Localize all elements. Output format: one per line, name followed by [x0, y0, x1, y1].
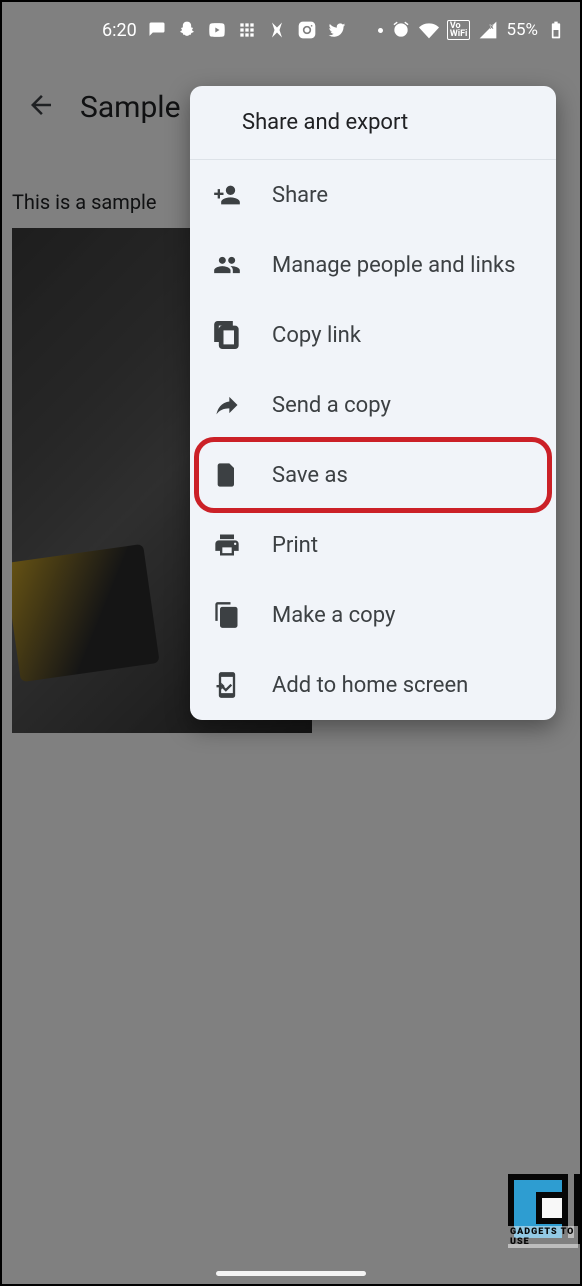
file-icon: [212, 460, 242, 490]
grid-icon: [237, 20, 257, 40]
forward-icon: [212, 390, 242, 420]
notification-icon: [147, 20, 167, 40]
people-icon: [212, 250, 242, 280]
menu-header[interactable]: Share and export: [190, 86, 556, 160]
status-bar: 6:20 VoWiFi x 55%: [2, 2, 580, 58]
clock-text: 6:20: [102, 20, 137, 41]
menu-item-label: Make a copy: [272, 603, 395, 628]
menu-item-label: Print: [272, 533, 318, 558]
person-add-icon: [212, 180, 242, 210]
menu-item-manage-people[interactable]: Manage people and links: [190, 230, 556, 300]
watermark: GADGETS TO USE: [508, 1174, 580, 1244]
file-copy-icon: [212, 600, 242, 630]
menu-item-add-home-screen[interactable]: Add to home screen: [190, 650, 556, 720]
copy-icon: [212, 320, 242, 350]
volte-icon: VoWiFi: [447, 20, 471, 40]
menu-item-print[interactable]: Print: [190, 510, 556, 580]
menu-item-label: Save as: [272, 463, 348, 488]
menu-item-label: Copy link: [272, 323, 361, 348]
menu-item-label: Send a copy: [272, 393, 391, 418]
menu-item-copy-link[interactable]: Copy link: [190, 300, 556, 370]
menu-title: Share and export: [242, 110, 408, 135]
menu-item-label: Add to home screen: [272, 673, 468, 698]
snapchat-icon: [177, 20, 197, 40]
menu-item-share[interactable]: Share: [190, 160, 556, 230]
wifi-icon: [419, 20, 439, 40]
menu-item-send-copy[interactable]: Send a copy: [190, 370, 556, 440]
menu-item-label: Manage people and links: [272, 253, 516, 278]
status-dot-icon: [378, 28, 383, 33]
menu-item-label: Share: [272, 183, 328, 208]
add-to-home-icon: [212, 670, 242, 700]
menu-item-make-copy[interactable]: Make a copy: [190, 580, 556, 650]
twitter-icon: [327, 20, 347, 40]
app-icon: [267, 20, 287, 40]
alarm-icon: [391, 20, 411, 40]
watermark-text: GADGETS TO USE: [508, 1226, 578, 1248]
instagram-icon: [297, 20, 317, 40]
home-indicator[interactable]: [216, 1271, 366, 1276]
youtube-icon: [207, 20, 227, 40]
battery-text: 55%: [506, 20, 538, 40]
screen: Sample This is a sample 6:20 VoWiFi x 55…: [2, 2, 580, 1284]
signal-icon: x: [478, 20, 498, 40]
share-export-menu: Share and export Share Manage people and…: [190, 86, 556, 720]
menu-item-save-as[interactable]: Save as: [190, 440, 556, 510]
highlight-annotation: [194, 437, 552, 513]
print-icon: [212, 530, 242, 560]
battery-icon: [546, 20, 566, 40]
